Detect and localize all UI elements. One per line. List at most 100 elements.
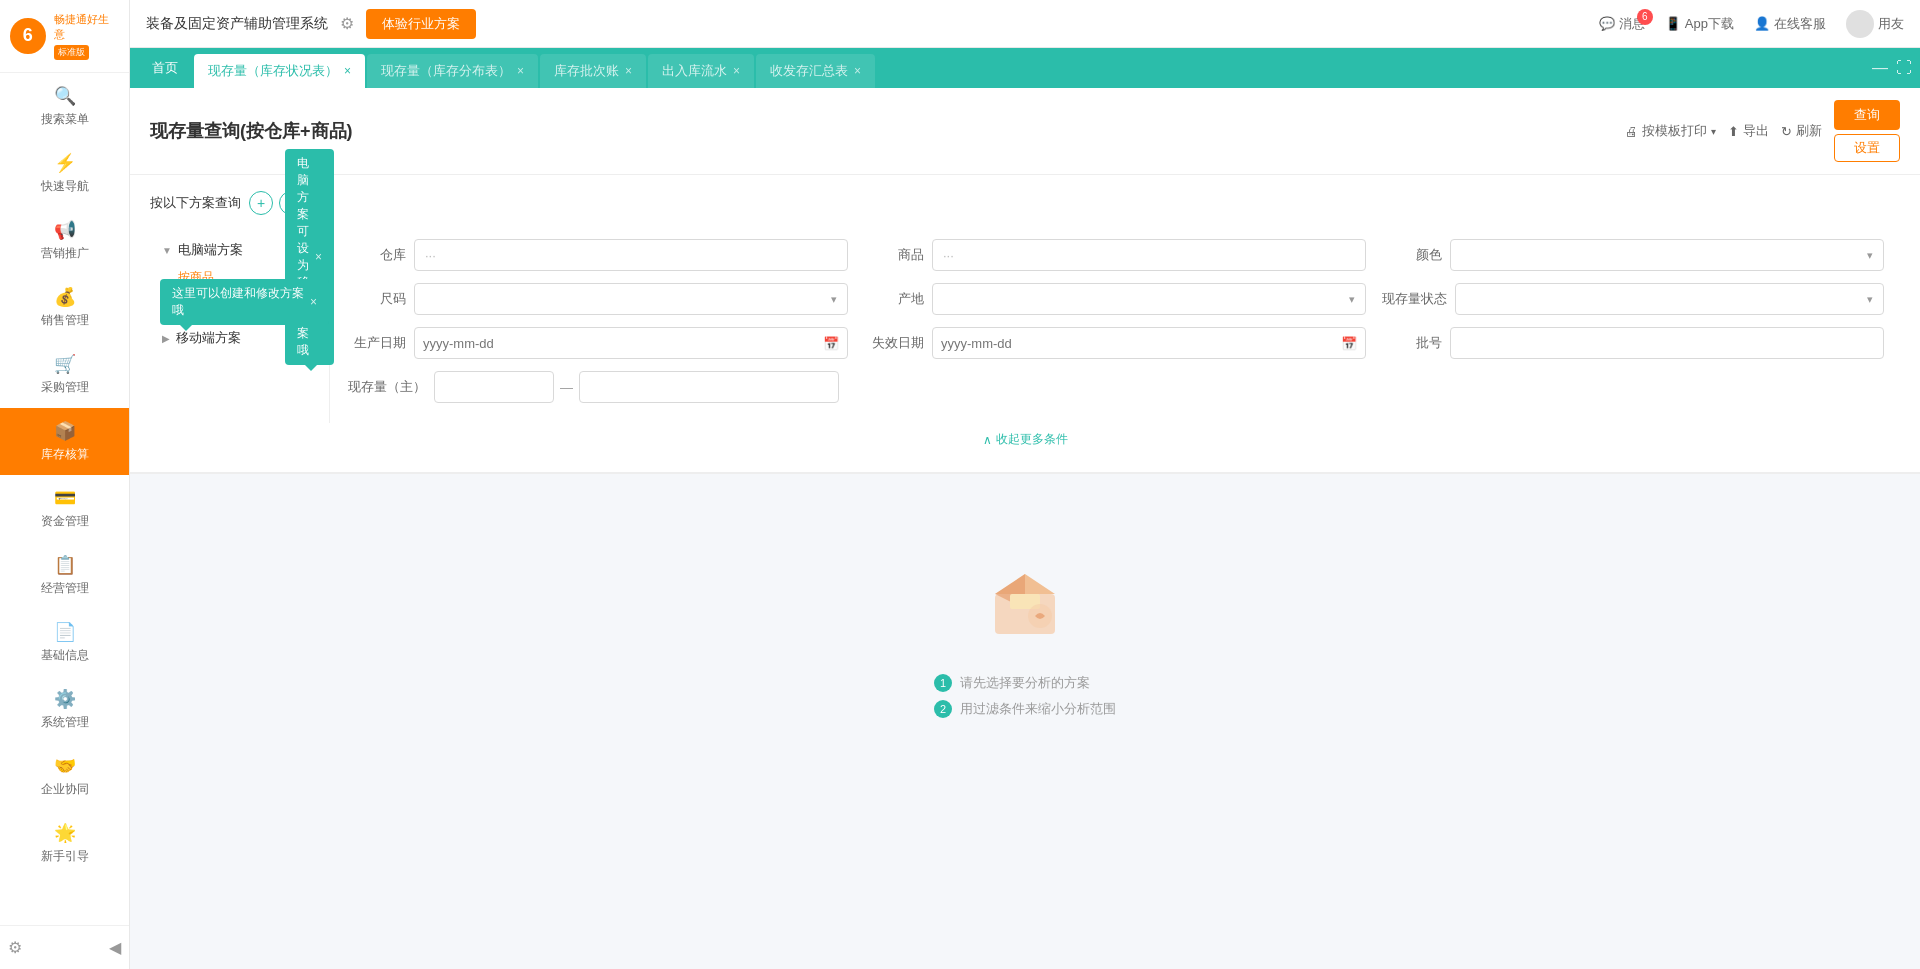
search-icon: 🔍 (54, 85, 76, 107)
desktop-group-label: 电脑端方案 (178, 241, 243, 259)
app-download-label: App下载 (1685, 15, 1734, 33)
prod-date-calendar-icon[interactable]: 📅 (815, 336, 847, 351)
tab-minimize-icon[interactable]: — (1872, 59, 1888, 77)
empty-state: 1 请先选择要分析的方案 2 用过滤条件来缩小分析范围 (130, 474, 1920, 802)
tab-close-inventory-dist[interactable]: × (517, 64, 524, 78)
sidebar-item-operations[interactable]: 📋 经营管理 (0, 542, 129, 609)
printer-icon: 🖨 (1625, 124, 1638, 139)
empty-illustration (975, 554, 1075, 654)
tab-inventory-dist[interactable]: 现存量（库存分布表） × (367, 54, 538, 88)
support-icon: 👤 (1754, 16, 1770, 31)
filter-size: 尺码 ▾ (346, 283, 848, 315)
notification-btn[interactable]: 💬 6 消息 (1599, 15, 1645, 33)
template-print-label: 按模板打印 (1642, 122, 1707, 140)
tip-num-2: 2 (934, 700, 952, 718)
origin-select[interactable]: ▾ (932, 283, 1366, 315)
color-label: 颜色 (1382, 246, 1442, 264)
sidebar-item-inventory[interactable]: 📦 库存核算 (0, 408, 129, 475)
sidebar-item-label: 系统管理 (41, 714, 89, 731)
filter-label: 按以下方案查询 (150, 194, 241, 212)
exp-date-input[interactable] (933, 331, 1333, 356)
sidebar-item-marketing[interactable]: 📢 营销推广 (0, 207, 129, 274)
sidebar-item-label: 资金管理 (41, 513, 89, 530)
refresh-btn[interactable]: ↻ 刷新 (1781, 122, 1822, 140)
tab-close-batch-account[interactable]: × (625, 64, 632, 78)
filter-product: 商品 ··· (864, 239, 1366, 271)
gear-icon: ⚙️ (54, 688, 76, 710)
filter-body: ▼ 电脑端方案 按商品 按库位 ▶ 移动端 (150, 227, 1900, 423)
prod-date-input-wrapper: 📅 (414, 327, 848, 359)
add-tooltip-wrapper: 电脑方案可设为移动方案哦 × (285, 149, 334, 365)
add-tooltip-close[interactable]: × (315, 250, 322, 264)
inventory-qty-from[interactable] (434, 371, 554, 403)
batch-no-input[interactable] (1450, 327, 1884, 359)
tab-collect-report[interactable]: 收发存汇总表 × (756, 54, 875, 88)
exp-date-calendar-icon[interactable]: 📅 (1333, 336, 1365, 351)
add-scheme-tooltip: 电脑方案可设为移动方案哦 × (285, 149, 334, 365)
filter-row-4: 现存量（主） — (346, 371, 1884, 403)
tab-label: 库存批次账 (554, 62, 619, 80)
color-select[interactable]: ▾ (1450, 239, 1884, 271)
prod-date-input[interactable] (415, 331, 815, 356)
size-label: 尺码 (346, 290, 406, 308)
inventory-qty-to[interactable] (579, 371, 839, 403)
experience-btn[interactable]: 体验行业方案 (366, 9, 476, 39)
megaphone-icon: 📢 (54, 219, 76, 241)
tab-in-out-flow[interactable]: 出入库流水 × (648, 54, 754, 88)
sidebar-item-label: 销售管理 (41, 312, 89, 329)
template-print-btn[interactable]: 🖨 按模板打印 ▾ (1625, 122, 1716, 140)
topbar: 装备及固定资产辅助管理系统 ⚙ 体验行业方案 💬 6 消息 📱 App下载 👤 … (130, 0, 1920, 48)
topbar-right: 💬 6 消息 📱 App下载 👤 在线客服 用友 (1599, 10, 1904, 38)
settings-btn[interactable]: 设置 (1834, 134, 1900, 162)
app-download-btn[interactable]: 📱 App下载 (1665, 15, 1734, 33)
sidebar-item-finance[interactable]: 💳 资金管理 (0, 475, 129, 542)
tip-item-1: 1 请先选择要分析的方案 (934, 670, 1116, 696)
product-label: 商品 (864, 246, 924, 264)
sidebar-item-system[interactable]: ⚙️ 系统管理 (0, 676, 129, 743)
sidebar-item-enterprise[interactable]: 🤝 企业协同 (0, 743, 129, 810)
tab-batch-account[interactable]: 库存批次账 × (540, 54, 646, 88)
collapse-chevron-icon: ∧ (983, 433, 992, 447)
tab-close-collect-report[interactable]: × (854, 64, 861, 78)
edit-tooltip-text: 这里可以创建和修改方案哦 (172, 285, 304, 319)
sidebar-item-sales[interactable]: 💰 销售管理 (0, 274, 129, 341)
add-scheme-btn[interactable]: + (249, 191, 273, 215)
sidebar-item-search[interactable]: 🔍 搜索菜单 (0, 73, 129, 140)
export-btn[interactable]: ⬆ 导出 (1728, 122, 1769, 140)
exp-date-label: 失效日期 (864, 334, 924, 352)
collapse-bar[interactable]: ∧ 收起更多条件 (150, 423, 1900, 456)
tabbar: 首页 现存量（库存状况表） × 现存量（库存分布表） × 库存批次账 × 出入库… (130, 48, 1920, 88)
topbar-settings-icon[interactable]: ⚙ (340, 14, 354, 33)
sidebar-item-purchase[interactable]: 🛒 采购管理 (0, 341, 129, 408)
tab-home[interactable]: 首页 (138, 48, 192, 88)
size-select[interactable]: ▾ (414, 283, 848, 315)
message-icon: 💬 (1599, 16, 1615, 31)
origin-chevron: ▾ (1349, 293, 1355, 306)
sidebar-item-quick-nav[interactable]: ⚡ 快速导航 (0, 140, 129, 207)
add-tooltip-text: 电脑方案可设为移动方案哦 (297, 155, 309, 359)
product-select[interactable]: ··· (932, 239, 1366, 271)
tab-close-inventory-status[interactable]: × (344, 64, 351, 78)
sidebar-bottom: ⚙ ◀ (0, 925, 129, 969)
tab-inventory-status[interactable]: 现存量（库存状况表） × (194, 54, 365, 88)
filter-row-2: 尺码 ▾ 产地 ▾ (346, 283, 1884, 315)
edit-tooltip-close[interactable]: × (310, 295, 317, 309)
sidebar-item-label: 新手引导 (41, 848, 89, 865)
query-btn[interactable]: 查询 (1834, 100, 1900, 130)
inventory-status-select[interactable]: ▾ (1455, 283, 1884, 315)
online-support-btn[interactable]: 👤 在线客服 (1754, 15, 1826, 33)
warehouse-select[interactable]: ··· (414, 239, 848, 271)
tab-label: 现存量（库存分布表） (381, 62, 511, 80)
sidebar-item-basic-info[interactable]: 📄 基础信息 (0, 609, 129, 676)
tab-actions: — ⛶ (1872, 48, 1912, 88)
collapse-sidebar-icon[interactable]: ◀ (109, 938, 121, 957)
empty-tips: 1 请先选择要分析的方案 2 用过滤条件来缩小分析范围 (934, 670, 1116, 722)
tab-label: 收发存汇总表 (770, 62, 848, 80)
tab-close-in-out-flow[interactable]: × (733, 64, 740, 78)
logo-text: 畅捷通好生意 标准版 (54, 12, 119, 60)
user-btn[interactable]: 用友 (1846, 10, 1904, 38)
sidebar-item-guide[interactable]: 🌟 新手引导 (0, 810, 129, 877)
settings-bottom-icon[interactable]: ⚙ (8, 938, 22, 957)
tab-maximize-icon[interactable]: ⛶ (1896, 59, 1912, 77)
range-separator: — (560, 380, 573, 395)
